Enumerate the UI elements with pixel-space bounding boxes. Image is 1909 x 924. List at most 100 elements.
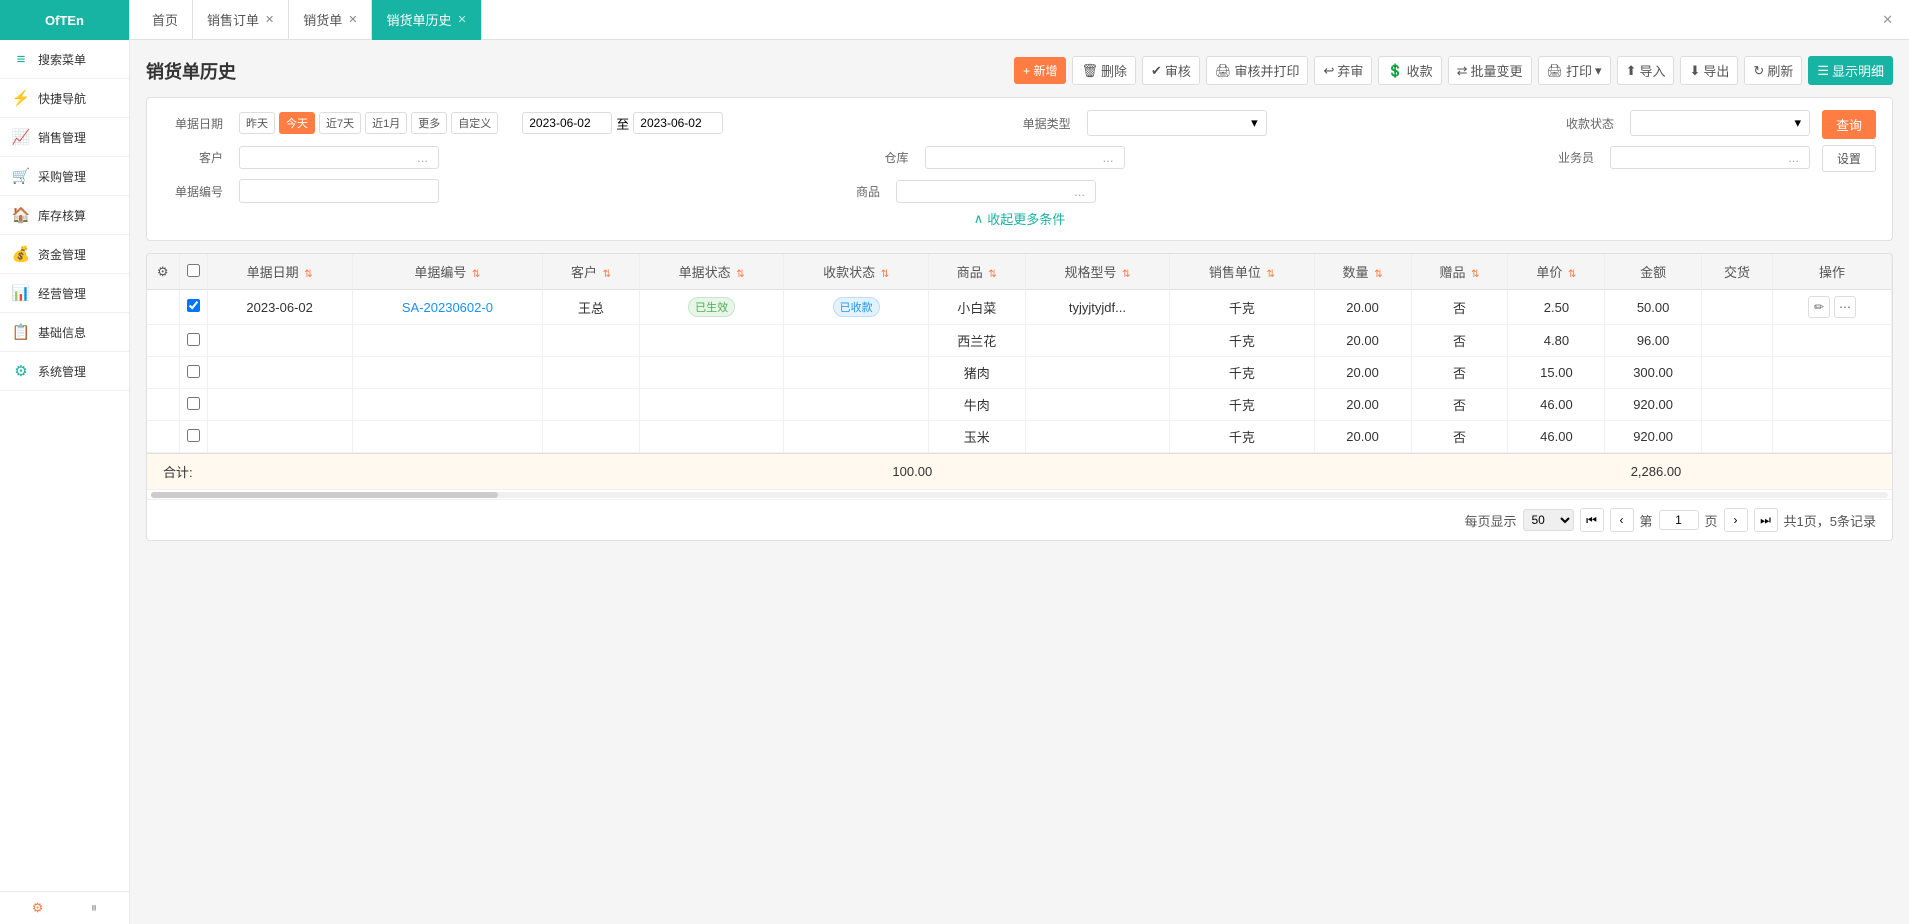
settings-button[interactable]: 设置 [1822,145,1876,172]
cell-unit-price: 4.80 [1508,325,1605,357]
col-checkbox[interactable] [179,254,207,290]
tab-sales-order-close[interactable]: ✕ [265,13,274,26]
col-doc-status[interactable]: 单据状态 ⇅ [639,254,783,290]
query-button[interactable]: 查询 [1822,110,1876,139]
sidebar-item-stock-calc[interactable]: 🏠 库存核算 [0,196,129,235]
prev-page-btn[interactable]: ‹ [1610,508,1634,532]
cell-unit-price: 46.00 [1508,389,1605,421]
date-from-input[interactable] [522,112,612,134]
review-button[interactable]: ✔ 审核 [1142,56,1200,85]
row-checkbox[interactable] [187,397,200,410]
date-to-input[interactable] [633,112,723,134]
new-button[interactable]: + 新增 [1014,57,1066,84]
tab-sales-history-label: 销货单历史 [386,10,451,29]
col-collect-status[interactable]: 收款状态 ⇅ [784,254,928,290]
date-custom-btn[interactable]: 自定义 [451,112,498,134]
per-page-select[interactable]: 50 10 20 100 [1523,509,1574,531]
col-customer[interactable]: 客户 ⇅ [543,254,640,290]
staff-input[interactable] [1617,151,1784,165]
cell-checkbox[interactable] [179,357,207,389]
tab-sales-history[interactable]: 销货单历史 ✕ [372,0,481,40]
edit-action-btn[interactable]: ✏ [1808,296,1830,318]
page-number-input[interactable] [1659,510,1699,530]
col-spec[interactable]: 规格型号 ⇅ [1025,254,1169,290]
collapse-button[interactable]: ∧ 收起更多条件 [163,209,1876,228]
collect-button[interactable]: 💲 收款 [1378,56,1441,85]
date-7days-btn[interactable]: 近7天 [319,112,361,134]
warehouse-input[interactable] [932,151,1099,165]
next-page-btn[interactable]: › [1724,508,1748,532]
sidebar-item-label: 经营管理 [38,285,86,302]
cell-collect-status: 已收款 [784,290,928,325]
cell-checkbox[interactable] [179,325,207,357]
tab-sales-order[interactable]: 销售订单 ✕ [193,0,289,40]
row-checkbox[interactable] [187,333,200,346]
col-doc-no[interactable]: 单据编号 ⇅ [352,254,542,290]
batch-change-button[interactable]: ⇄ 批量变更 [1448,56,1532,85]
customer-input[interactable] [246,151,413,165]
abandon-button[interactable]: ↩ 弃审 [1314,56,1372,85]
row-checkbox[interactable] [187,429,200,442]
review-print-icon: 🖨 [1215,63,1232,79]
tab-sales-goods-close[interactable]: ✕ [348,13,357,26]
sidebar-item-sales-mgmt[interactable]: 📈 销售管理 [0,118,129,157]
sidebar-item-operation-mgmt[interactable]: 📊 经营管理 [0,274,129,313]
print-icon: 🖨 [1547,63,1564,79]
goods-label: 商品 [820,183,880,200]
sidebar: OfTEn ≡ 搜索菜单 ⚡ 快捷导航 📈 销售管理 🛒 采购管理 🏠 库存核算… [0,0,130,924]
select-all-checkbox[interactable] [187,264,200,277]
staff-dots[interactable]: ... [1784,150,1803,165]
col-doc-date[interactable]: 单据日期 ⇅ [207,254,352,290]
refresh-button[interactable]: ↻ 刷新 [1744,56,1802,85]
sidebar-item-system-mgmt[interactable]: ⚙ 系统管理 [0,352,129,391]
cell-checkbox[interactable] [179,290,207,325]
sidebar-item-search-menu[interactable]: ≡ 搜索菜单 [0,40,129,79]
col-gift[interactable]: 赠品 ⇅ [1411,254,1508,290]
customer-dots[interactable]: ... [413,150,432,165]
date-1month-btn[interactable]: 近1月 [365,112,407,134]
goods-input[interactable] [903,184,1070,198]
sidebar-item-basic-info[interactable]: 📋 基础信息 [0,313,129,352]
staff-input-group: ... [1610,146,1810,169]
filter-panel: 单据日期 昨天 今天 近7天 近1月 更多 自定义 至 [146,97,1893,241]
last-page-btn[interactable]: ⏭ [1754,508,1778,532]
import-button[interactable]: ⬆ 导入 [1617,56,1675,85]
col-goods[interactable]: 商品 ⇅ [928,254,1025,290]
export-button[interactable]: ⬇ 导出 [1680,56,1738,85]
review-print-button[interactable]: 🖨 审核并打印 [1206,56,1309,85]
print-button[interactable]: 🖨 打印 ▾ [1538,56,1611,85]
sidebar-bottom-icon1[interactable]: ⚙ [32,900,44,916]
docno-input[interactable] [239,179,439,203]
tab-sales-history-close[interactable]: ✕ [458,13,467,26]
tab-sales-goods[interactable]: 销货单 ✕ [289,0,372,40]
sidebar-bottom-icon2[interactable]: ⏸ [91,900,98,916]
cell-checkbox[interactable] [179,421,207,453]
collect-status-select[interactable]: ▾ [1630,110,1810,136]
goods-dots[interactable]: ... [1070,184,1089,199]
doc-type-select[interactable]: ▾ [1087,110,1267,136]
first-page-btn[interactable]: ⏮ [1580,508,1604,532]
col-settings[interactable]: ⚙ [147,254,179,290]
row-checkbox[interactable] [187,299,200,312]
col-unit-price[interactable]: 单价 ⇅ [1508,254,1605,290]
staff-label: 业务员 [1534,149,1594,166]
scrollbar-thumb[interactable] [151,492,498,498]
cell-gift: 否 [1411,421,1508,453]
warehouse-dots[interactable]: ... [1099,150,1118,165]
tab-home[interactable]: 首页 [138,0,193,40]
row-checkbox[interactable] [187,365,200,378]
delete-button[interactable]: 🗑 删除 [1072,56,1136,85]
sidebar-item-purchase-mgmt[interactable]: 🛒 采购管理 [0,157,129,196]
col-quantity[interactable]: 数量 ⇅ [1314,254,1411,290]
horizontal-scrollbar[interactable] [147,489,1892,499]
more-action-btn[interactable]: ⋯ [1834,296,1856,318]
sidebar-item-quick-nav[interactable]: ⚡ 快捷导航 [0,79,129,118]
date-more-btn[interactable]: 更多 [411,112,447,134]
tab-close-all[interactable]: ✕ [1874,12,1901,28]
col-sales-unit[interactable]: 销售单位 ⇅ [1170,254,1314,290]
cell-checkbox[interactable] [179,389,207,421]
sidebar-item-finance-mgmt[interactable]: 💰 资金管理 [0,235,129,274]
date-yesterday-btn[interactable]: 昨天 [239,112,275,134]
show-detail-button[interactable]: ☰ 显示明细 [1808,56,1893,85]
date-today-btn[interactable]: 今天 [279,112,315,134]
